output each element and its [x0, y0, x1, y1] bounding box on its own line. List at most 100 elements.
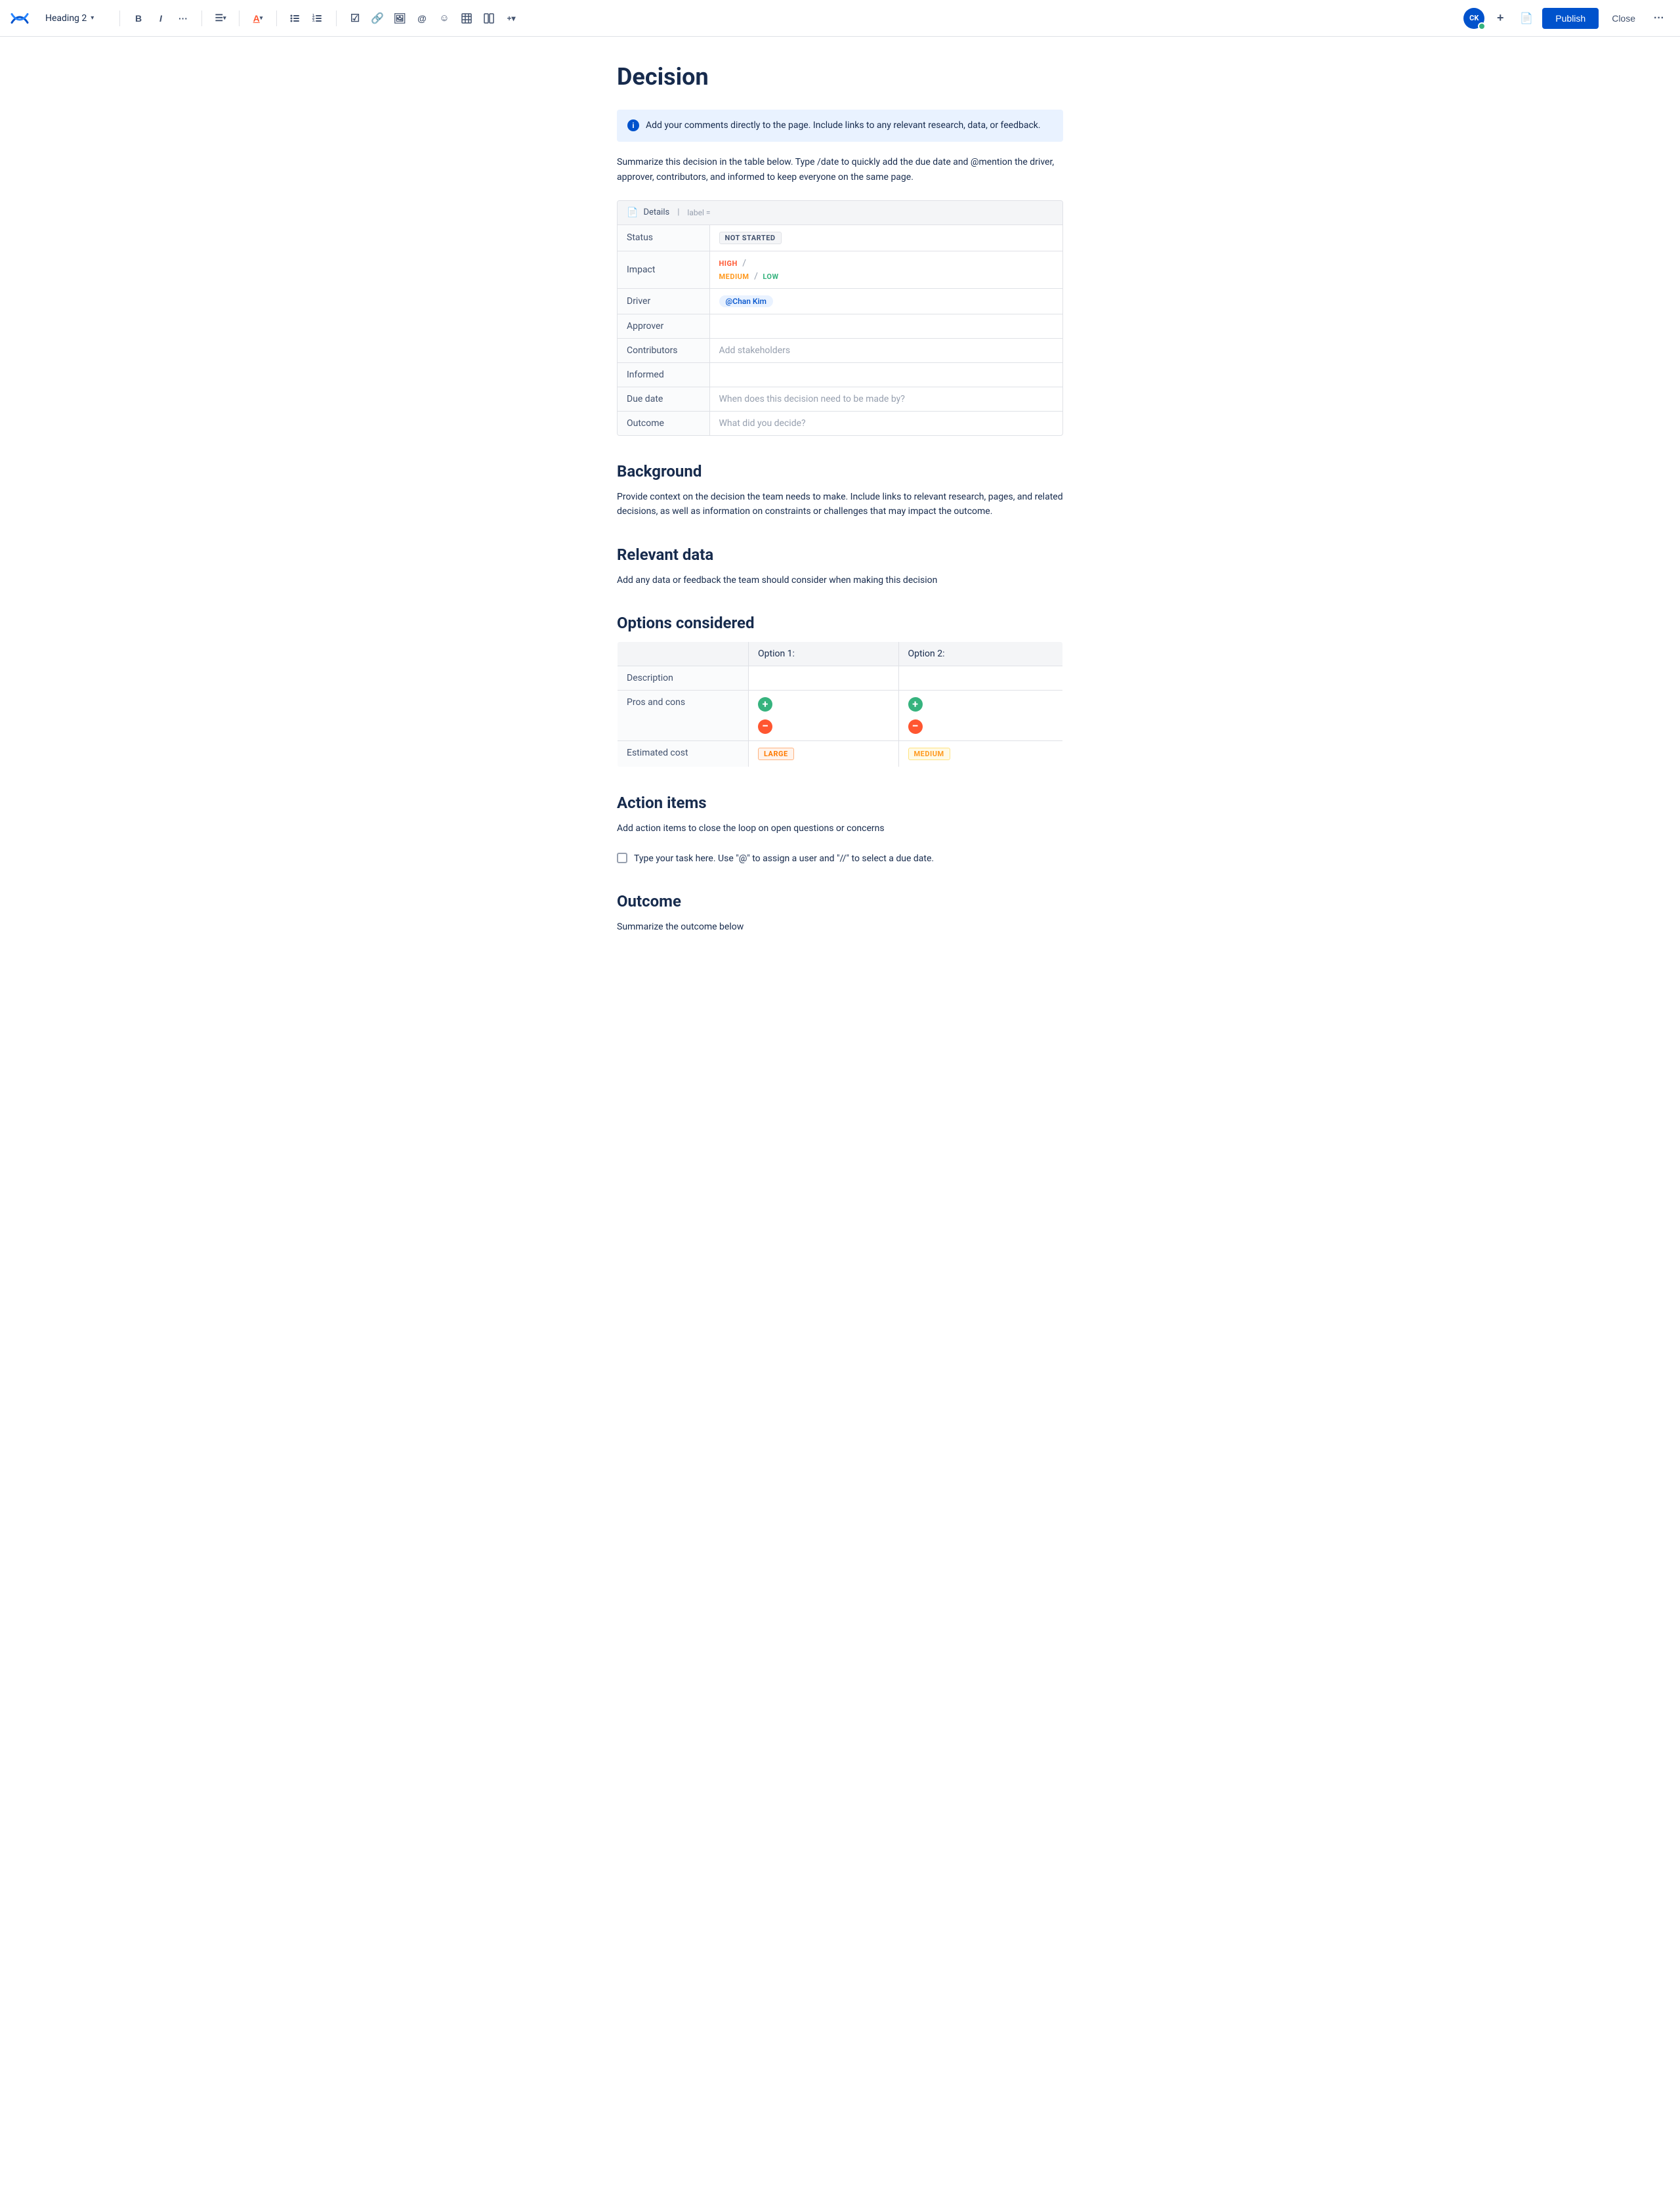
- avatar-online-badge: [1478, 22, 1486, 30]
- due-date-placeholder: When does this decision need to be made …: [719, 394, 905, 404]
- columns-button[interactable]: [478, 8, 499, 29]
- row-key-outcome: Outcome: [618, 411, 709, 435]
- heading-selector-label: Heading 2: [45, 13, 87, 24]
- details-file-icon: 📄: [627, 207, 638, 218]
- impact-sep-2: /: [754, 271, 758, 282]
- ordered-list-button[interactable]: 1. 2. 3.: [307, 8, 328, 29]
- table-row: Estimated cost LARGE MEDIUM: [618, 741, 1063, 767]
- action-items-heading: Action items: [617, 794, 1063, 812]
- user-avatar[interactable]: CK: [1463, 8, 1484, 29]
- row-value-outcome[interactable]: What did you decide?: [709, 411, 1062, 435]
- table-row: Contributors Add stakeholders: [618, 338, 1062, 362]
- unordered-list-button[interactable]: [285, 8, 306, 29]
- description-label: Description: [618, 666, 749, 691]
- table-row: Driver @Chan Kim: [618, 288, 1062, 314]
- mention-button[interactable]: @: [411, 8, 432, 29]
- options-table: Option 1: Option 2: Description Pros and…: [617, 641, 1063, 767]
- row-key-contributors: Contributors: [618, 338, 709, 362]
- italic-button[interactable]: I: [150, 8, 171, 29]
- action-items-text: Add action items to close the loop on op…: [617, 821, 1063, 836]
- background-heading: Background: [617, 462, 1063, 481]
- large-badge: LARGE: [758, 748, 794, 760]
- task-checkbox[interactable]: [617, 853, 627, 863]
- contributors-placeholder: Add stakeholders: [719, 345, 791, 356]
- task-row: Type your task here. Use "@" to assign a…: [617, 852, 1063, 866]
- outcome-text: Summarize the outcome below: [617, 920, 1063, 934]
- toolbar-divider-2: [201, 11, 202, 26]
- details-table: Status NOT STARTED Impact HIGH / MEDIUM …: [618, 225, 1062, 435]
- details-header: 📄 Details | label =: [618, 201, 1062, 225]
- more-options-button[interactable]: ···: [1648, 8, 1670, 29]
- table-row: Status NOT STARTED: [618, 225, 1062, 251]
- options-heading: Options considered: [617, 614, 1063, 632]
- driver-tag[interactable]: @Chan Kim: [719, 295, 774, 307]
- align-chevron: ▾: [223, 14, 226, 22]
- template-button[interactable]: 📄: [1516, 8, 1537, 29]
- add-contributor-button[interactable]: +: [1490, 8, 1511, 29]
- details-label: Details: [643, 207, 669, 217]
- media-button[interactable]: 🖼: [389, 8, 410, 29]
- plus-icon-1: +: [758, 697, 889, 716]
- toolbar: Heading 2 ▾ B I ··· ☰ ▾ A ▾: [0, 0, 1680, 37]
- task-button[interactable]: ☑: [345, 8, 366, 29]
- pros-cons-val-2[interactable]: + −: [898, 691, 1062, 741]
- row-value-due-date[interactable]: When does this decision need to be made …: [709, 387, 1062, 411]
- toolbar-divider-4: [276, 11, 277, 26]
- description-val-1[interactable]: [749, 666, 899, 691]
- bold-button[interactable]: B: [128, 8, 149, 29]
- minus-icon-1: −: [758, 719, 889, 734]
- outcome-heading: Outcome: [617, 892, 1063, 910]
- table-row: Due date When does this decision need to…: [618, 387, 1062, 411]
- table-row: Informed: [618, 362, 1062, 387]
- color-text-icon: A: [253, 13, 260, 24]
- row-key-driver: Driver: [618, 288, 709, 314]
- row-value-impact[interactable]: HIGH / MEDIUM / LOW: [709, 251, 1062, 288]
- info-text: Add your comments directly to the page. …: [646, 119, 1041, 133]
- row-value-informed[interactable]: [709, 362, 1062, 387]
- option-2-label: Option 2:: [908, 649, 945, 659]
- estimated-cost-val-2[interactable]: MEDIUM: [898, 741, 1062, 767]
- pros-cons-val-1[interactable]: + −: [749, 691, 899, 741]
- options-col-2: Option 2:: [898, 642, 1062, 666]
- estimated-cost-val-1[interactable]: LARGE: [749, 741, 899, 767]
- task-placeholder-text[interactable]: Type your task here. Use "@" to assign a…: [634, 852, 934, 866]
- table-row: Approver: [618, 314, 1062, 338]
- row-key-informed: Informed: [618, 362, 709, 387]
- relevant-data-heading: Relevant data: [617, 545, 1063, 564]
- row-key-approver: Approver: [618, 314, 709, 338]
- content-area: Decision i Add your comments directly to…: [578, 37, 1102, 1002]
- options-col-1: Option 1:: [749, 642, 899, 666]
- option-1-label: Option 1:: [758, 649, 795, 659]
- more-format-button[interactable]: ···: [173, 8, 194, 29]
- heading-selector[interactable]: Heading 2 ▾: [39, 10, 112, 27]
- table-button[interactable]: [456, 8, 477, 29]
- table-row: Impact HIGH / MEDIUM / LOW: [618, 251, 1062, 288]
- publish-button[interactable]: Publish: [1542, 8, 1599, 29]
- row-key-impact: Impact: [618, 251, 709, 288]
- background-text: Provide context on the decision the team…: [617, 490, 1063, 519]
- intro-text: Summarize this decision in the table bel…: [617, 155, 1063, 184]
- close-button[interactable]: Close: [1604, 8, 1643, 29]
- svg-text:3.: 3.: [312, 19, 316, 23]
- confluence-logo[interactable]: [10, 9, 29, 28]
- avatar-initials: CK: [1469, 14, 1479, 22]
- action-items-section: Action items Add action items to close t…: [617, 794, 1063, 865]
- high-badge: HIGH: [719, 259, 738, 268]
- row-value-driver[interactable]: @Chan Kim: [709, 288, 1062, 314]
- description-val-2[interactable]: [898, 666, 1062, 691]
- status-badge: NOT STARTED: [719, 232, 782, 244]
- options-header-row: Option 1: Option 2:: [618, 642, 1063, 666]
- list-group: 1. 2. 3.: [285, 8, 328, 29]
- emoji-button[interactable]: ☺: [434, 8, 455, 29]
- color-button[interactable]: A ▾: [247, 8, 268, 29]
- row-value-status[interactable]: NOT STARTED: [709, 225, 1062, 251]
- link-button[interactable]: 🔗: [367, 8, 388, 29]
- insert-more-button[interactable]: +▾: [501, 8, 522, 29]
- page-title[interactable]: Decision: [617, 63, 1063, 91]
- toolbar-divider-5: [336, 11, 337, 26]
- row-value-approver[interactable]: [709, 314, 1062, 338]
- toolbar-divider-3: [239, 11, 240, 26]
- align-button[interactable]: ☰ ▾: [210, 8, 231, 29]
- minus-icon-2: −: [908, 719, 1053, 734]
- row-value-contributors[interactable]: Add stakeholders: [709, 338, 1062, 362]
